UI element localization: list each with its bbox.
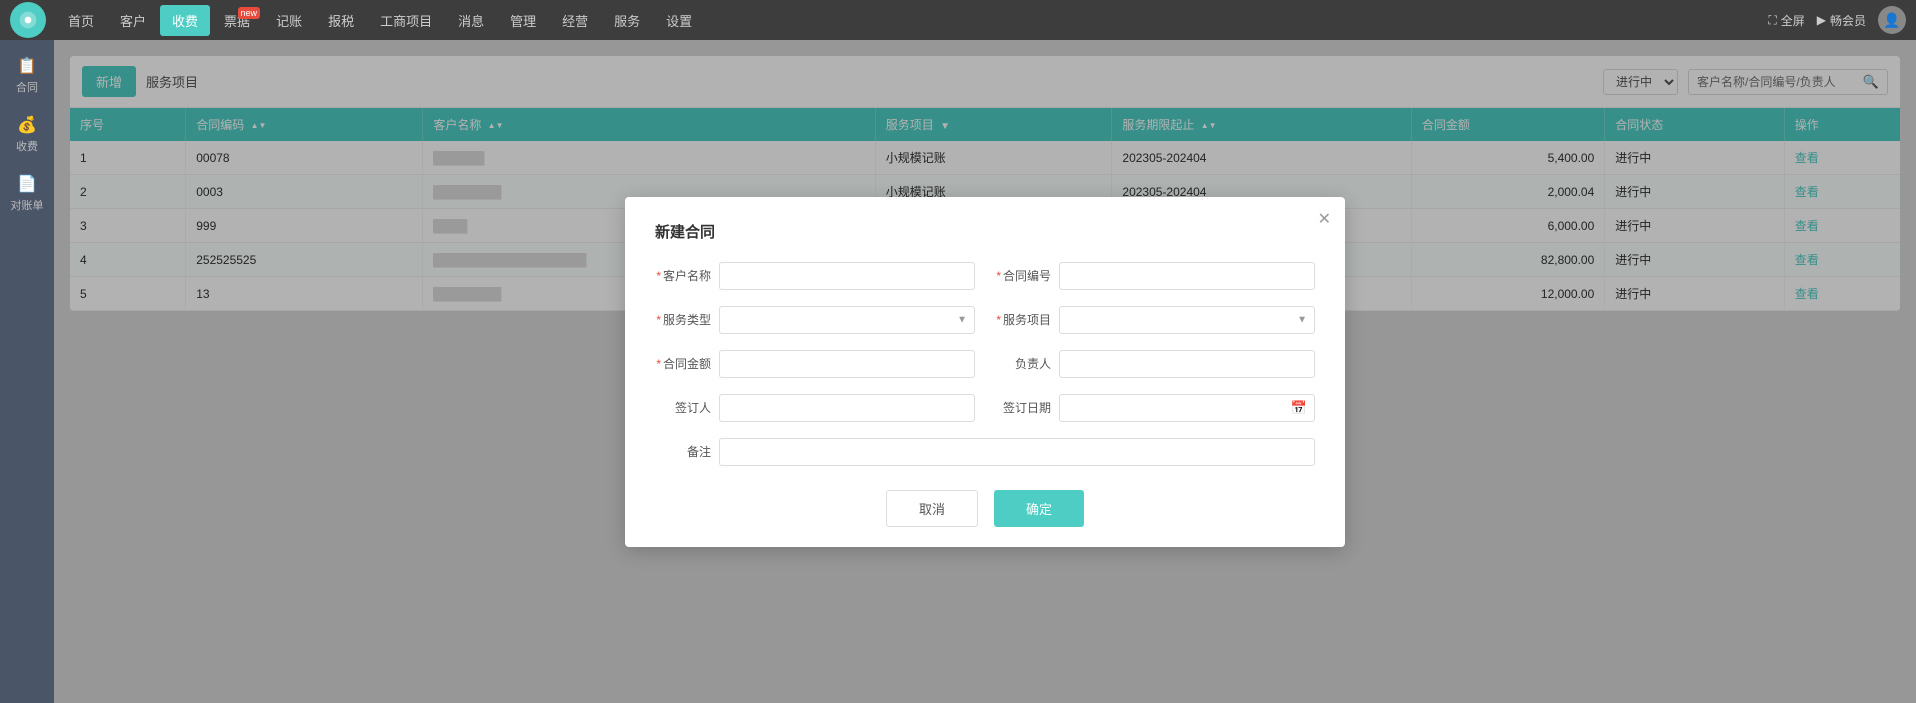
select-wrap-service-item: ▼: [1059, 306, 1315, 334]
label-client-name: *客户名称: [655, 267, 711, 284]
input-contract-amount[interactable]: 0.00: [719, 350, 975, 378]
nav-items: 首页 客户 收费 票据 new 记账 报税 工商项目 消息 管理 经营 服务 设…: [56, 5, 1768, 36]
label-remark: 备注: [655, 443, 711, 460]
label-signer: 签订人: [655, 399, 711, 416]
form-row-3: *合同金额 0.00 负责人: [655, 350, 1315, 378]
avatar-icon: 👤: [1883, 12, 1900, 29]
form-row-2: *服务类型 ▼ *服务项目: [655, 306, 1315, 334]
select-service-type[interactable]: [719, 306, 975, 334]
input-sign-date[interactable]: 2023-06-06: [1059, 394, 1315, 422]
modal-title: 新建合同: [655, 221, 1315, 242]
nav-operation[interactable]: 经营: [550, 5, 600, 36]
field-service-item: *服务项目 ▼: [995, 306, 1315, 334]
fullscreen-button[interactable]: ⛶ 全屏: [1768, 12, 1804, 29]
form-row-4: 签订人 签订日期 2023-06-06 📅: [655, 394, 1315, 422]
member-button[interactable]: ▶ 畅会员: [1817, 12, 1866, 29]
nav-message[interactable]: 消息: [446, 5, 496, 36]
field-remark: 备注: [655, 438, 1315, 466]
select-service-item[interactable]: [1059, 306, 1315, 334]
calendar-icon[interactable]: 📅: [1291, 400, 1307, 416]
left-sidebar: 📋 合同 💰 收费 📄 对账单: [0, 40, 54, 703]
nav-bizproject[interactable]: 工商项目: [368, 5, 444, 36]
input-remark[interactable]: [719, 438, 1315, 466]
confirm-button[interactable]: 确定: [994, 490, 1084, 527]
input-client-name[interactable]: [719, 262, 975, 290]
sidebar-item-label-reconcile: 对账单: [11, 197, 44, 213]
date-wrap-sign-date: 2023-06-06 📅: [1059, 394, 1315, 422]
modal-overlay: ✕ 新建合同 *客户名称 *合同编号: [54, 40, 1916, 703]
form-row-5: 备注: [655, 438, 1315, 466]
nav-bookkeeping[interactable]: 记账: [264, 5, 314, 36]
nav-tickets[interactable]: 票据 new: [212, 5, 262, 36]
nav-tax[interactable]: 报税: [316, 5, 366, 36]
new-contract-modal: ✕ 新建合同 *客户名称 *合同编号: [625, 197, 1345, 547]
new-badge: new: [238, 7, 261, 19]
sidebar-item-contract[interactable]: 📋 合同: [2, 48, 52, 103]
app-logo: [10, 2, 46, 38]
cancel-button[interactable]: 取消: [886, 490, 978, 527]
field-service-type: *服务类型 ▼: [655, 306, 975, 334]
input-contract-no[interactable]: [1059, 262, 1315, 290]
label-service-item: *服务项目: [995, 311, 1051, 328]
label-contract-amount: *合同金额: [655, 355, 711, 372]
nav-manage[interactable]: 管理: [498, 5, 548, 36]
sidebar-item-label-fee: 收费: [16, 138, 38, 154]
field-contract-amount: *合同金额 0.00: [655, 350, 975, 378]
fee-icon: 💰: [17, 115, 37, 135]
input-responsible-person[interactable]: [1059, 350, 1315, 378]
label-service-type: *服务类型: [655, 311, 711, 328]
sidebar-item-fee[interactable]: 💰 收费: [2, 107, 52, 162]
nav-settings[interactable]: 设置: [654, 5, 704, 36]
nav-home[interactable]: 首页: [56, 5, 106, 36]
field-client-name: *客户名称: [655, 262, 975, 290]
fullscreen-icon: ⛶: [1768, 13, 1776, 28]
input-signer[interactable]: [719, 394, 975, 422]
modal-footer: 取消 确定: [655, 490, 1315, 527]
user-avatar[interactable]: 👤: [1878, 6, 1906, 34]
label-contract-no: *合同编号: [995, 267, 1051, 284]
form-row-1: *客户名称 *合同编号: [655, 262, 1315, 290]
sidebar-item-reconcile[interactable]: 📄 对账单: [2, 166, 52, 221]
main-content: 新增 服务项目 进行中 已完成 已终止 🔍 序号: [54, 40, 1916, 703]
main-layout: 📋 合同 💰 收费 📄 对账单 新增 服务项目 进行中 已完成 已终止: [0, 40, 1916, 703]
contract-icon: 📋: [17, 56, 37, 76]
label-sign-date: 签订日期: [995, 399, 1051, 416]
modal-close-button[interactable]: ✕: [1318, 209, 1331, 229]
field-responsible-person: 负责人: [995, 350, 1315, 378]
reconcile-icon: 📄: [17, 174, 37, 194]
field-contract-no: *合同编号: [995, 262, 1315, 290]
select-wrap-service-type: ▼: [719, 306, 975, 334]
top-navigation: 首页 客户 收费 票据 new 记账 报税 工商项目 消息 管理 经营 服务 设…: [0, 0, 1916, 40]
nav-invoicing[interactable]: 收费: [160, 5, 210, 36]
nav-service[interactable]: 服务: [602, 5, 652, 36]
top-nav-right: ⛶ 全屏 ▶ 畅会员 👤: [1768, 6, 1906, 34]
member-icon: ▶: [1817, 13, 1826, 27]
nav-customer[interactable]: 客户: [108, 5, 158, 36]
label-responsible-person: 负责人: [995, 355, 1051, 372]
field-sign-date: 签订日期 2023-06-06 📅: [995, 394, 1315, 422]
sidebar-item-label-contract: 合同: [16, 79, 38, 95]
field-signer: 签订人: [655, 394, 975, 422]
